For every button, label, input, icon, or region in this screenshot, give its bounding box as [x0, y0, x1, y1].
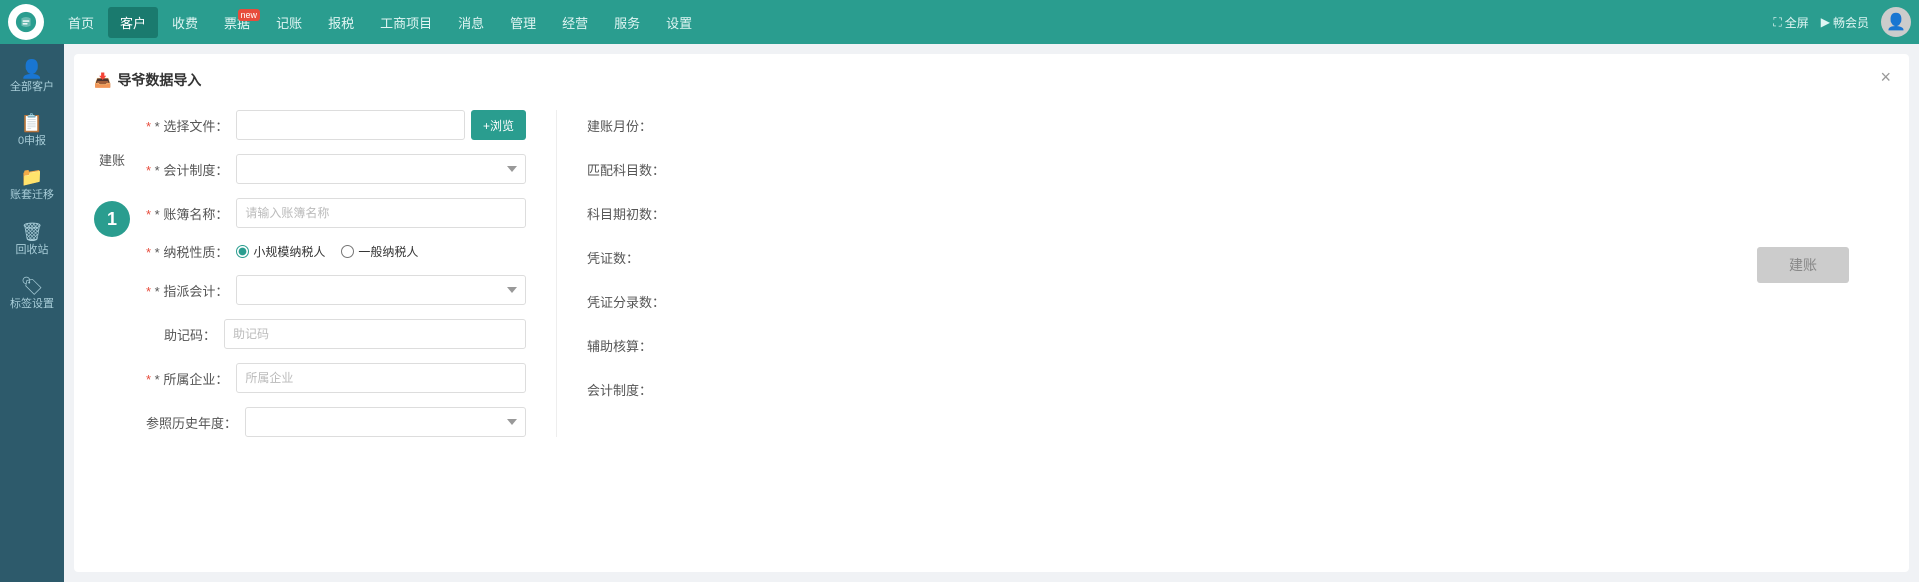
form-left: 建账 1 * 选择文件： +浏览: [94, 110, 556, 437]
history-year-row: 参照历史年度：: [146, 407, 526, 437]
right-build-area: 建账: [1757, 110, 1889, 404]
ledger-name-label: * 账簿名称：: [146, 204, 228, 223]
match-subject-label: 匹配科目数：: [587, 160, 667, 179]
panel-title: 📥 导爷数据导入: [94, 70, 1889, 90]
memo-row: 助记码：: [146, 319, 526, 349]
nav-item-message[interactable]: 消息: [446, 7, 496, 38]
right-content: 建账月份： 匹配科目数： 科目期初数： 凭证数：: [587, 110, 1727, 404]
company-label: * 所属企业：: [146, 369, 228, 388]
top-nav: 首页 客户 收费 票据 new 记账 报税 工商项目 消息 管理 经营 服务 设…: [0, 0, 1919, 44]
nav-item-customer[interactable]: 客户: [108, 7, 158, 38]
match-subject-row: 匹配科目数：: [587, 154, 1727, 184]
nav-item-operation[interactable]: 经营: [550, 7, 600, 38]
tax-type-row: * 纳税性质： 小规模纳税人 一般纳税人: [146, 242, 526, 261]
voucher-record-row: 凭证分录数：: [587, 286, 1727, 316]
content-area: 📥 导爷数据导入 × 建账 1 * 选择文件：: [64, 44, 1919, 582]
build-month-row: 建账月份：: [587, 110, 1727, 140]
nav-items: 首页 客户 收费 票据 new 记账 报税 工商项目 消息 管理 经营 服务 设…: [56, 7, 1773, 38]
nav-item-bookkeeping[interactable]: 记账: [264, 7, 314, 38]
sidebar-item-migrate[interactable]: 📁 账套迁移: [0, 160, 64, 210]
sidebar-label-tags: 标签设置: [10, 298, 54, 311]
subject-init-label: 科目期初数：: [587, 204, 667, 223]
avatar[interactable]: 👤: [1881, 7, 1911, 37]
logo[interactable]: [8, 4, 44, 40]
file-input-group: +浏览: [236, 110, 526, 140]
tax-type-label: * 纳税性质：: [146, 242, 228, 261]
nav-item-service[interactable]: 服务: [602, 7, 652, 38]
sidebar: 👤 全部客户 📋 0申报 📁 账套迁移 🗑 回收站 🏷 标签设置: [0, 44, 64, 582]
sidebar-label-declare: 0申报: [18, 135, 46, 148]
subject-init-row: 科目期初数：: [587, 198, 1727, 228]
accounting-system-row: * 会计制度：: [146, 154, 526, 184]
tax-radio-small[interactable]: [236, 245, 249, 258]
sidebar-item-all-customers[interactable]: 👤 全部客户: [0, 52, 64, 102]
company-input[interactable]: [236, 363, 526, 393]
voucher-count-row: 凭证数：: [587, 242, 1727, 272]
file-input[interactable]: [236, 110, 465, 140]
accounting-system-label: * 会计制度：: [146, 160, 228, 179]
panel: 📥 导爷数据导入 × 建账 1 * 选择文件：: [74, 54, 1909, 572]
sidebar-item-declare[interactable]: 📋 0申报: [0, 106, 64, 156]
all-customers-icon: 👤: [21, 60, 43, 78]
ledger-name-input[interactable]: [236, 198, 526, 228]
nav-item-tax[interactable]: 报税: [316, 7, 366, 38]
right-accounting-system-row: 会计制度：: [587, 374, 1727, 404]
accounting-system-select[interactable]: [236, 154, 526, 184]
memo-label: 助记码：: [146, 325, 216, 344]
sidebar-item-tags[interactable]: 🏷 标签设置: [0, 269, 64, 319]
nav-item-manage[interactable]: 管理: [498, 7, 548, 38]
memo-input[interactable]: [224, 319, 526, 349]
fullscreen-btn[interactable]: ⛶ 全屏: [1773, 14, 1808, 31]
voucher-record-label: 凭证分录数：: [587, 292, 667, 311]
browse-button[interactable]: +浏览: [471, 110, 526, 140]
voucher-count-label: 凭证数：: [587, 248, 667, 267]
import-icon: 📥: [94, 72, 111, 89]
step-label: 建账: [99, 150, 125, 169]
fullscreen-icon: ⛶: [1773, 15, 1781, 30]
accountant-label: * 指派会计：: [146, 281, 228, 300]
aux-accounting-row: 辅助核算：: [587, 330, 1727, 360]
aux-accounting-label: 辅助核算：: [587, 336, 667, 355]
accountant-row: * 指派会计：: [146, 275, 526, 305]
form-right: 建账月份： 匹配科目数： 科目期初数： 凭证数：: [556, 110, 1889, 437]
step-badge: 1: [94, 201, 130, 237]
accountant-select[interactable]: [236, 275, 526, 305]
sidebar-label-all-customers: 全部客户: [10, 81, 54, 94]
tags-icon: 🏷: [21, 277, 44, 295]
tax-radio-general[interactable]: [341, 245, 354, 258]
form-container: 建账 1 * 选择文件： +浏览: [94, 110, 1889, 437]
nav-item-fee[interactable]: 收费: [160, 7, 210, 38]
ledger-name-row: * 账簿名称：: [146, 198, 526, 228]
nav-right: ⛶ 全屏 ▶ 畅会员 👤: [1773, 7, 1911, 37]
history-year-select[interactable]: [245, 407, 526, 437]
sidebar-label-migrate: 账套迁移: [10, 189, 54, 202]
nav-item-home[interactable]: 首页: [56, 7, 106, 38]
nav-item-settings[interactable]: 设置: [654, 7, 704, 38]
nav-item-invoice[interactable]: 票据 new: [212, 7, 262, 38]
sidebar-item-trash[interactable]: 🗑 回收站: [0, 215, 64, 265]
file-row: * 选择文件： +浏览: [146, 110, 526, 140]
member-icon: ▶: [1821, 15, 1830, 29]
form-fields: * 选择文件： +浏览 * 会计制度：: [146, 110, 526, 437]
build-month-label: 建账月份：: [587, 116, 667, 135]
tax-option-small[interactable]: 小规模纳税人: [236, 243, 325, 260]
history-year-label: 参照历史年度：: [146, 413, 237, 432]
build-account-button[interactable]: 建账: [1757, 247, 1849, 283]
tax-option-general[interactable]: 一般纳税人: [341, 243, 418, 260]
declare-icon: 📋: [21, 114, 43, 132]
tax-radio-group: 小规模纳税人 一般纳税人: [236, 243, 526, 260]
trash-icon: 🗑: [21, 223, 44, 241]
company-row: * 所属企业：: [146, 363, 526, 393]
close-button[interactable]: ×: [1880, 68, 1891, 86]
member-btn[interactable]: ▶ 畅会员: [1821, 14, 1869, 31]
new-badge: new: [238, 9, 261, 21]
sidebar-label-trash: 回收站: [16, 244, 49, 257]
main-layout: 👤 全部客户 📋 0申报 📁 账套迁移 🗑 回收站 🏷 标签设置 📥 导爷数据导…: [0, 44, 1919, 582]
nav-item-business[interactable]: 工商项目: [368, 7, 444, 38]
right-accounting-system-label: 会计制度：: [587, 380, 667, 399]
file-label: * 选择文件：: [146, 116, 228, 135]
migrate-icon: 📁: [21, 168, 43, 186]
